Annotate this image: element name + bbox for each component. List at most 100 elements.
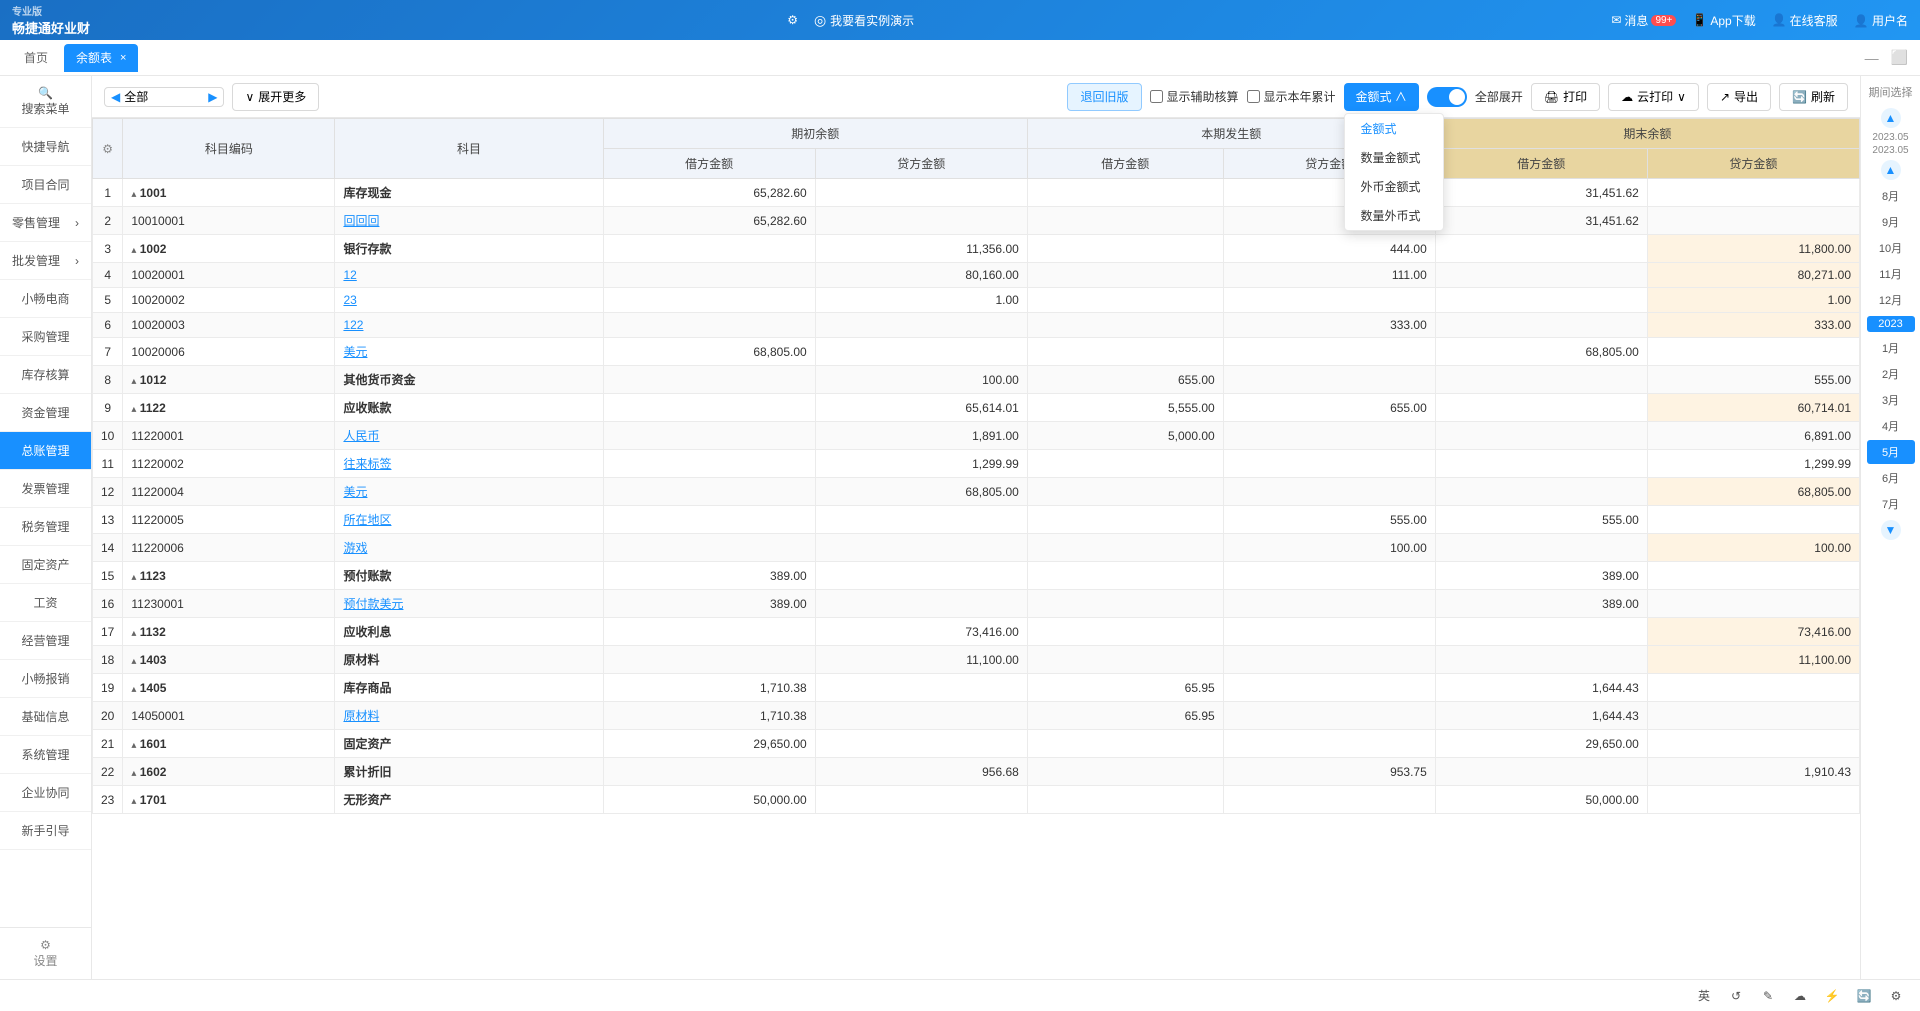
sidebar-item-invoice[interactable]: 发票管理 — [0, 470, 91, 508]
sidebar-item-fixed-assets[interactable]: 固定资产 — [0, 546, 91, 584]
print-btn[interactable]: 🖨 打印 — [1531, 83, 1600, 111]
show-yearly-checkbox[interactable]: 显示本年累计 — [1247, 88, 1336, 105]
month-9[interactable]: 9月 — [1867, 210, 1915, 234]
sidebar-item-ecom[interactable]: 小畅电商 — [0, 280, 91, 318]
cell-name[interactable]: 原材料 — [335, 702, 603, 730]
search-box[interactable]: ◀ ▶ — [104, 87, 224, 107]
sidebar-item-search[interactable]: 🔍 搜索菜单 — [0, 76, 91, 128]
cell-name[interactable]: 人民币 — [335, 422, 603, 450]
cell-name[interactable]: 无形资产 — [335, 786, 603, 814]
tab-balance-sheet[interactable]: 余额表 × — [64, 44, 138, 72]
cell-name[interactable]: 应收账款 — [335, 394, 603, 422]
dropdown-item-qty-amount[interactable]: 数量金额式 — [1345, 143, 1443, 172]
cell-name[interactable]: 往来标签 — [335, 450, 603, 478]
cell-name[interactable]: 122 — [335, 313, 603, 338]
tab-minimize-btn[interactable]: — — [1865, 50, 1879, 66]
sidebar-item-expense[interactable]: 小畅报销 — [0, 660, 91, 698]
app-download-btn[interactable]: 📱 App下载 — [1692, 12, 1755, 29]
month-4[interactable]: 4月 — [1867, 414, 1915, 438]
cell-name[interactable]: 美元 — [335, 338, 603, 366]
sidebar-item-basic-info[interactable]: 基础信息 — [0, 698, 91, 736]
dropdown-item-amount[interactable]: 金额式 — [1345, 114, 1443, 143]
sidebar-settings-btn[interactable]: ⚙ 设置 — [0, 927, 91, 979]
month-11[interactable]: 11月 — [1867, 262, 1915, 286]
show-assist-checkbox[interactable]: 显示辅助核算 — [1150, 88, 1239, 105]
tab-home[interactable]: 首页 — [12, 44, 60, 72]
prev-period-btn[interactable]: ▲ — [1881, 108, 1901, 128]
sidebar-item-project[interactable]: 项目合同 — [0, 166, 91, 204]
settings-icon[interactable]: ⚙ — [102, 142, 113, 156]
down-arrow[interactable]: ▼ — [1881, 520, 1901, 540]
search-left-arrow[interactable]: ◀ — [111, 90, 120, 104]
sidebar-item-purchase[interactable]: 采购管理 — [0, 318, 91, 356]
lightning-icon[interactable]: ⚡ — [1820, 984, 1844, 1008]
tab-close-icon[interactable]: × — [120, 52, 126, 64]
search-input[interactable] — [124, 90, 204, 104]
cell-cur-debit — [1027, 786, 1223, 814]
month-1[interactable]: 1月 — [1867, 336, 1915, 360]
cell-name[interactable]: 银行存款 — [335, 235, 603, 263]
sidebar-item-ledger[interactable]: 总账管理 — [0, 432, 91, 470]
lang-zh-btn[interactable]: ↺ — [1724, 984, 1748, 1008]
back-btn[interactable]: 退回旧版 — [1067, 83, 1141, 111]
refresh-btn[interactable]: 🔄 刷新 — [1779, 83, 1848, 111]
cell-name[interactable]: 原材料 — [335, 646, 603, 674]
dropdown-item-qty-foreign[interactable]: 数量外币式 — [1345, 201, 1443, 230]
month-2[interactable]: 2月 — [1867, 362, 1915, 386]
cell-name[interactable]: 游戏 — [335, 534, 603, 562]
mode-dropdown-btn[interactable]: 金额式 ∧ — [1344, 83, 1419, 111]
sidebar-item-inventory[interactable]: 库存核算 — [0, 356, 91, 394]
month-12[interactable]: 12月 — [1867, 288, 1915, 312]
cloud-print-btn[interactable]: ☁ 云打印 ∨ — [1608, 83, 1699, 111]
cell-name[interactable]: 美元 — [335, 478, 603, 506]
cell-name[interactable]: 固定资产 — [335, 730, 603, 758]
cell-cl-debit — [1435, 422, 1647, 450]
cell-name[interactable]: 累计折旧 — [335, 758, 603, 786]
month-5[interactable]: 5月 — [1867, 440, 1915, 464]
up-arrow[interactable]: ▲ — [1881, 160, 1901, 180]
cell-cl-credit — [1647, 786, 1859, 814]
tab-maximize-btn[interactable]: ⬜ — [1891, 49, 1908, 66]
cell-name[interactable]: 23 — [335, 288, 603, 313]
cell-name[interactable]: 应收利息 — [335, 618, 603, 646]
sidebar-item-collab[interactable]: 企业协同 — [0, 774, 91, 812]
cell-name[interactable]: 所在地区 — [335, 506, 603, 534]
edit-icon[interactable]: ✎ — [1756, 984, 1780, 1008]
sidebar-item-payroll[interactable]: 工资 — [0, 584, 91, 622]
message-btn[interactable]: ✉ 消息 99+ — [1611, 12, 1676, 29]
user-avatar[interactable]: 👤 用户名 — [1854, 12, 1908, 29]
cloud-sync-icon[interactable]: ☁ — [1788, 984, 1812, 1008]
expand-all-toggle[interactable] — [1427, 87, 1467, 107]
lang-btn[interactable]: 英 — [1692, 984, 1716, 1008]
month-8[interactable]: 8月 — [1867, 184, 1915, 208]
month-7[interactable]: 7月 — [1867, 492, 1915, 516]
month-6[interactable]: 6月 — [1867, 466, 1915, 490]
cell-name[interactable]: 预付账款 — [335, 562, 603, 590]
cell-name[interactable]: 库存商品 — [335, 674, 603, 702]
month-10[interactable]: 10月 — [1867, 236, 1915, 260]
sidebar-item-wholesale[interactable]: 批发管理 › — [0, 242, 91, 280]
sidebar-item-system[interactable]: 系统管理 — [0, 736, 91, 774]
sidebar-item-finance[interactable]: 资金管理 — [0, 394, 91, 432]
cell-name[interactable]: 其他货币资金 — [335, 366, 603, 394]
sidebar-item-retail[interactable]: 零售管理 › — [0, 204, 91, 242]
th-settings[interactable]: ⚙ — [93, 119, 123, 179]
export-btn[interactable]: ↗ 导出 — [1707, 83, 1771, 111]
search-right-arrow[interactable]: ▶ — [208, 90, 217, 104]
cell-name[interactable]: 预付款美元 — [335, 590, 603, 618]
demo-link[interactable]: ◎ 我要看实例演示 — [814, 12, 914, 29]
dropdown-item-foreign-amount[interactable]: 外币金额式 — [1345, 172, 1443, 201]
cell-name[interactable]: 12 — [335, 263, 603, 288]
month-3[interactable]: 3月 — [1867, 388, 1915, 412]
sidebar-item-operations[interactable]: 经营管理 — [0, 622, 91, 660]
cell-name[interactable]: 库存现金 — [335, 179, 603, 207]
sidebar-item-quick-nav[interactable]: 快捷导航 — [0, 128, 91, 166]
expand-more-btn[interactable]: ∨ 展开更多 — [232, 83, 319, 111]
sidebar-item-tax[interactable]: 税务管理 — [0, 508, 91, 546]
online-service-btn[interactable]: 👤 在线客服 — [1772, 12, 1838, 29]
cell-name[interactable]: 回回回 — [335, 207, 603, 235]
sidebar-item-guide[interactable]: 新手引导 — [0, 812, 91, 850]
sync-icon[interactable]: 🔄 — [1852, 984, 1876, 1008]
settings-icon-bottom[interactable]: ⚙ — [1884, 984, 1908, 1008]
config-icon[interactable]: ⚙ — [787, 13, 798, 27]
